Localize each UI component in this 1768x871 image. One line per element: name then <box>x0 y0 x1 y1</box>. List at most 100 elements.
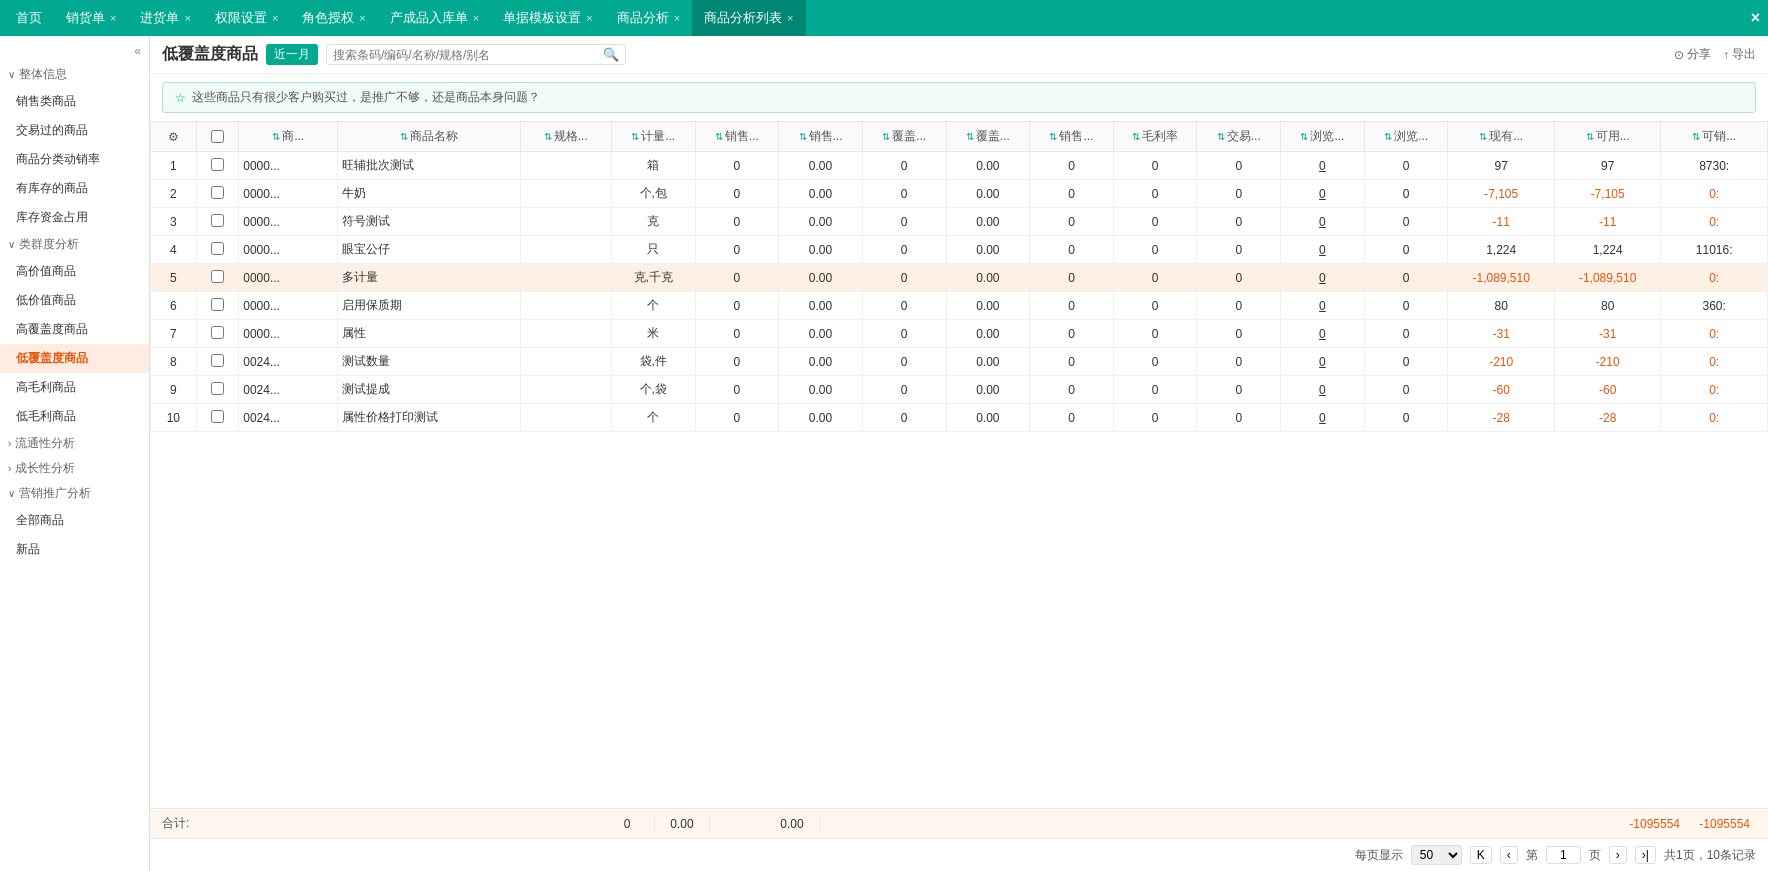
nav-finished-close[interactable]: × <box>473 12 479 24</box>
row-browse1[interactable]: 0 <box>1281 376 1365 404</box>
current-page-input[interactable] <box>1546 846 1581 864</box>
row-browse1[interactable]: 0 <box>1281 404 1365 432</box>
sidebar-item-low-margin[interactable]: 低毛利商品 <box>0 402 149 431</box>
share-button[interactable]: ⊙ 分享 <box>1674 46 1711 63</box>
col-margin[interactable]: ⇅毛利率 <box>1113 122 1197 152</box>
nav-home[interactable]: 首页 <box>4 0 54 36</box>
row-checkbox[interactable] <box>211 270 224 283</box>
col-trade[interactable]: ⇅交易... <box>1197 122 1281 152</box>
nav-roles-close[interactable]: × <box>359 12 365 24</box>
nav-template-settings[interactable]: 单据模板设置 × <box>491 0 604 36</box>
row-checkbox-cell[interactable] <box>196 404 239 432</box>
nav-analysis-list[interactable]: 商品分析列表 × <box>692 0 805 36</box>
sidebar-item-sales-goods[interactable]: 销售类商品 <box>0 87 149 116</box>
row-checkbox-cell[interactable] <box>196 152 239 180</box>
nav-roles[interactable]: 角色授权 × <box>290 0 377 36</box>
select-all-checkbox[interactable] <box>211 130 224 143</box>
row-checkbox-cell[interactable] <box>196 320 239 348</box>
col-code[interactable]: ⇅商... <box>239 122 338 152</box>
sidebar-group-overall[interactable]: ∨ 整体信息 <box>0 62 149 87</box>
col-settings[interactable]: ⚙ <box>151 122 197 152</box>
sidebar-group-liquidity[interactable]: › 流通性分析 <box>0 431 149 456</box>
col-browse1[interactable]: ⇅浏览... <box>1281 122 1365 152</box>
row-checkbox[interactable] <box>211 158 224 171</box>
row-checkbox-cell[interactable] <box>196 180 239 208</box>
row-checkbox-cell[interactable] <box>196 264 239 292</box>
nav-close-all-button[interactable]: × <box>1751 9 1760 27</box>
col-spec[interactable]: ⇅规格... <box>520 122 611 152</box>
sidebar-group-cluster[interactable]: ∨ 类群度分析 <box>0 232 149 257</box>
sidebar-item-category-turnover[interactable]: 商品分类动销率 <box>0 145 149 174</box>
nav-sales-order[interactable]: 销货单 × <box>54 0 128 36</box>
col-cover1[interactable]: ⇅覆盖... <box>862 122 946 152</box>
prev-page-button[interactable]: ‹ <box>1500 846 1518 864</box>
col-unit[interactable]: ⇅计量... <box>611 122 695 152</box>
nav-purchase-order[interactable]: 进货单 × <box>128 0 202 36</box>
row-saleable: 0: <box>1661 348 1768 376</box>
sidebar-item-all-goods[interactable]: 全部商品 <box>0 506 149 535</box>
row-browse1[interactable]: 0 <box>1281 152 1365 180</box>
sidebar-item-low-value[interactable]: 低价值商品 <box>0 286 149 315</box>
col-cover2[interactable]: ⇅覆盖... <box>946 122 1030 152</box>
nav-finished-goods[interactable]: 产成品入库单 × <box>378 0 491 36</box>
row-checkbox[interactable] <box>211 214 224 227</box>
nav-product-analysis[interactable]: 商品分析 × <box>605 0 692 36</box>
sidebar-item-high-value[interactable]: 高价值商品 <box>0 257 149 286</box>
col-saleable[interactable]: ⇅可销... <box>1661 122 1768 152</box>
sidebar-item-traded-goods[interactable]: 交易过的商品 <box>0 116 149 145</box>
row-checkbox-cell[interactable] <box>196 292 239 320</box>
nav-permissions[interactable]: 权限设置 × <box>203 0 290 36</box>
row-checkbox-cell[interactable] <box>196 376 239 404</box>
per-page-select[interactable]: 50 10 20 100 <box>1411 845 1462 865</box>
col-checkbox[interactable] <box>196 122 239 152</box>
row-checkbox[interactable] <box>211 382 224 395</box>
export-button[interactable]: ↑ 导出 <box>1723 46 1756 63</box>
row-browse1[interactable]: 0 <box>1281 208 1365 236</box>
col-name[interactable]: ⇅商品名称 <box>338 122 521 152</box>
row-browse1[interactable]: 0 <box>1281 348 1365 376</box>
sidebar-group-growth[interactable]: › 成长性分析 <box>0 456 149 481</box>
row-checkbox-cell[interactable] <box>196 236 239 264</box>
sidebar-item-inventory-fund[interactable]: 库存资金占用 <box>0 203 149 232</box>
row-browse1[interactable]: 0 <box>1281 264 1365 292</box>
sidebar-item-high-coverage[interactable]: 高覆盖度商品 <box>0 315 149 344</box>
nav-sales-close[interactable]: × <box>110 12 116 24</box>
row-checkbox[interactable] <box>211 326 224 339</box>
col-available[interactable]: ⇅可用... <box>1554 122 1660 152</box>
table-footer: 合计: 0 0.00 0.00 -1095554 -1095554 <box>150 808 1768 838</box>
search-icon[interactable]: 🔍 <box>603 47 619 62</box>
next-page-button[interactable]: › <box>1609 846 1627 864</box>
sidebar-item-high-margin[interactable]: 高毛利商品 <box>0 373 149 402</box>
nav-purchase-close[interactable]: × <box>184 12 190 24</box>
col-sales3[interactable]: ⇅销售... <box>1030 122 1114 152</box>
col-current[interactable]: ⇅现有... <box>1448 122 1554 152</box>
last-page-button[interactable]: ›| <box>1635 846 1656 864</box>
sidebar-item-stocked-goods[interactable]: 有库存的商品 <box>0 174 149 203</box>
sidebar-group-marketing[interactable]: ∨ 营销推广分析 <box>0 481 149 506</box>
nav-template-close[interactable]: × <box>586 12 592 24</box>
row-browse1[interactable]: 0 <box>1281 320 1365 348</box>
search-input[interactable] <box>333 48 603 62</box>
sidebar-toggle[interactable]: « <box>0 40 149 62</box>
nav-analysis-list-close[interactable]: × <box>787 12 793 24</box>
sidebar-item-new-goods[interactable]: 新品 <box>0 535 149 564</box>
row-browse1[interactable]: 0 <box>1281 180 1365 208</box>
col-browse2[interactable]: ⇅浏览... <box>1364 122 1448 152</box>
row-checkbox[interactable] <box>211 186 224 199</box>
nav-analysis-close[interactable]: × <box>674 12 680 24</box>
row-browse1[interactable]: 0 <box>1281 292 1365 320</box>
sidebar-item-low-coverage[interactable]: 低覆盖度商品 <box>0 344 149 373</box>
row-checkbox-cell[interactable] <box>196 348 239 376</box>
row-checkbox[interactable] <box>211 242 224 255</box>
period-button[interactable]: 近一月 <box>266 44 318 65</box>
row-checkbox[interactable] <box>211 298 224 311</box>
row-browse1[interactable]: 0 <box>1281 236 1365 264</box>
nav-permissions-close[interactable]: × <box>272 12 278 24</box>
row-checkbox[interactable] <box>211 410 224 423</box>
table-wrapper[interactable]: ⚙ ⇅商... ⇅商品名称 ⇅规格... <box>150 121 1768 808</box>
col-sales2[interactable]: ⇅销售... <box>779 122 863 152</box>
col-sales1[interactable]: ⇅销售... <box>695 122 779 152</box>
first-page-button[interactable]: K <box>1470 846 1492 864</box>
row-checkbox-cell[interactable] <box>196 208 239 236</box>
row-checkbox[interactable] <box>211 354 224 367</box>
